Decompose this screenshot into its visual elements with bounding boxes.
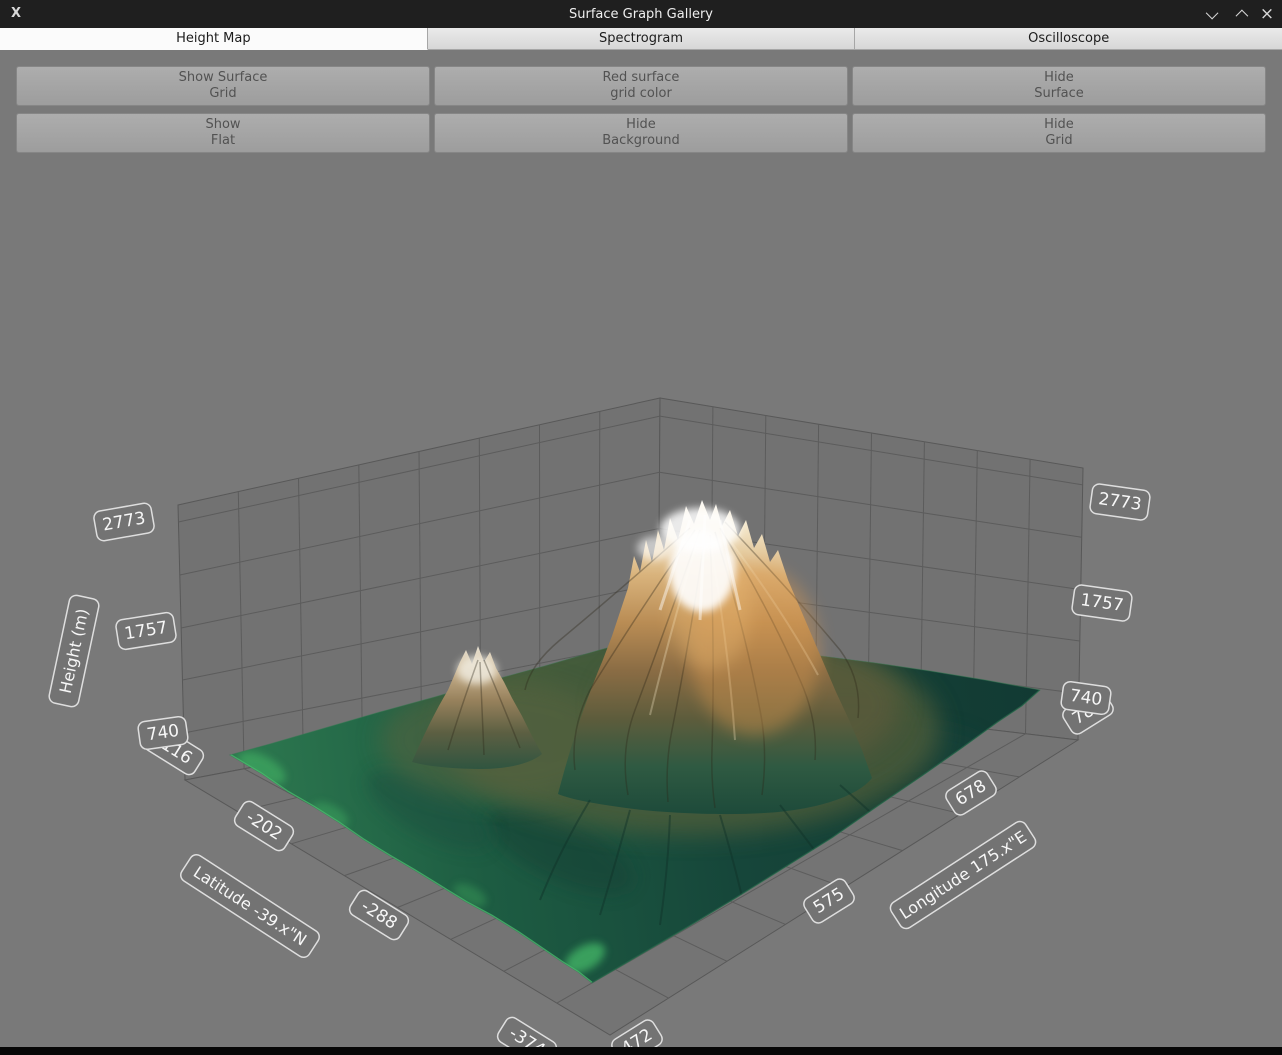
app-window: X Surface Graph Gallery × Height Map Spe… [0,0,1282,1055]
desktop-strip [0,1047,1282,1055]
button-label-line: Show [205,117,240,133]
svg-text:Latitude -39.x"N: Latitude -39.x"N [190,862,310,949]
height-tick-1757-left: 1757 [115,612,177,651]
height-tick-2773-right: 2773 [1089,483,1151,521]
height-tick-740-left: 740 [137,716,188,750]
chevron-down-icon [1205,6,1218,19]
button-label-line: Hide [1044,117,1074,133]
button-label-line: Hide [1044,70,1074,86]
button-toolbar: Show Surface Grid Red surface grid color… [16,66,1266,153]
window-title: Surface Graph Gallery [0,7,1282,22]
height-tick-740-right: 740 [1060,681,1111,715]
button-label-line: Hide [626,117,656,133]
title-bar[interactable]: X Surface Graph Gallery × [0,0,1282,28]
latitude-tick-n374: -374 [495,1015,559,1047]
tab-bar: Height Map Spectrogram Oscilloscope [0,28,1282,50]
button-label-line: Background [602,133,680,149]
chevron-up-icon [1235,9,1248,22]
maximize-button[interactable] [1231,5,1249,23]
button-label-line: Red surface [603,70,680,86]
toggle-grid-button[interactable]: Hide Grid [852,113,1266,153]
app-icon[interactable]: X [8,6,24,22]
close-button[interactable]: × [1258,5,1276,23]
button-label-line: Flat [211,133,235,149]
button-label-line: Show Surface [179,70,268,86]
height-axis-title: Height (m) [48,594,100,708]
surface-grid-color-button[interactable]: Red surface grid color [434,66,848,106]
button-label-line: grid color [610,86,672,102]
toggle-background-button[interactable]: Hide Background [434,113,848,153]
height-tick-2773-left: 2773 [93,502,155,542]
toggle-surface-button[interactable]: Hide Surface [852,66,1266,106]
latitude-axis-title: Latitude -39.x"N [178,852,322,960]
main-area: 2773 1757 -116 740 -202 -288 [0,50,1282,1047]
toggle-surface-grid-button[interactable]: Show Surface Grid [16,66,430,106]
surface-3d-view[interactable]: 2773 1757 -116 740 -202 -288 [0,50,1282,1047]
button-label-line: Surface [1034,86,1084,102]
toggle-flat-button[interactable]: Show Flat [16,113,430,153]
button-label-line: Grid [1045,133,1072,149]
window-controls: × [1204,0,1276,28]
minimize-button[interactable] [1204,5,1222,23]
button-label-line: Grid [209,86,236,102]
tab-height-map[interactable]: Height Map [0,28,428,50]
tab-spectrogram[interactable]: Spectrogram [428,28,856,50]
tab-oscilloscope[interactable]: Oscilloscope [855,28,1282,50]
